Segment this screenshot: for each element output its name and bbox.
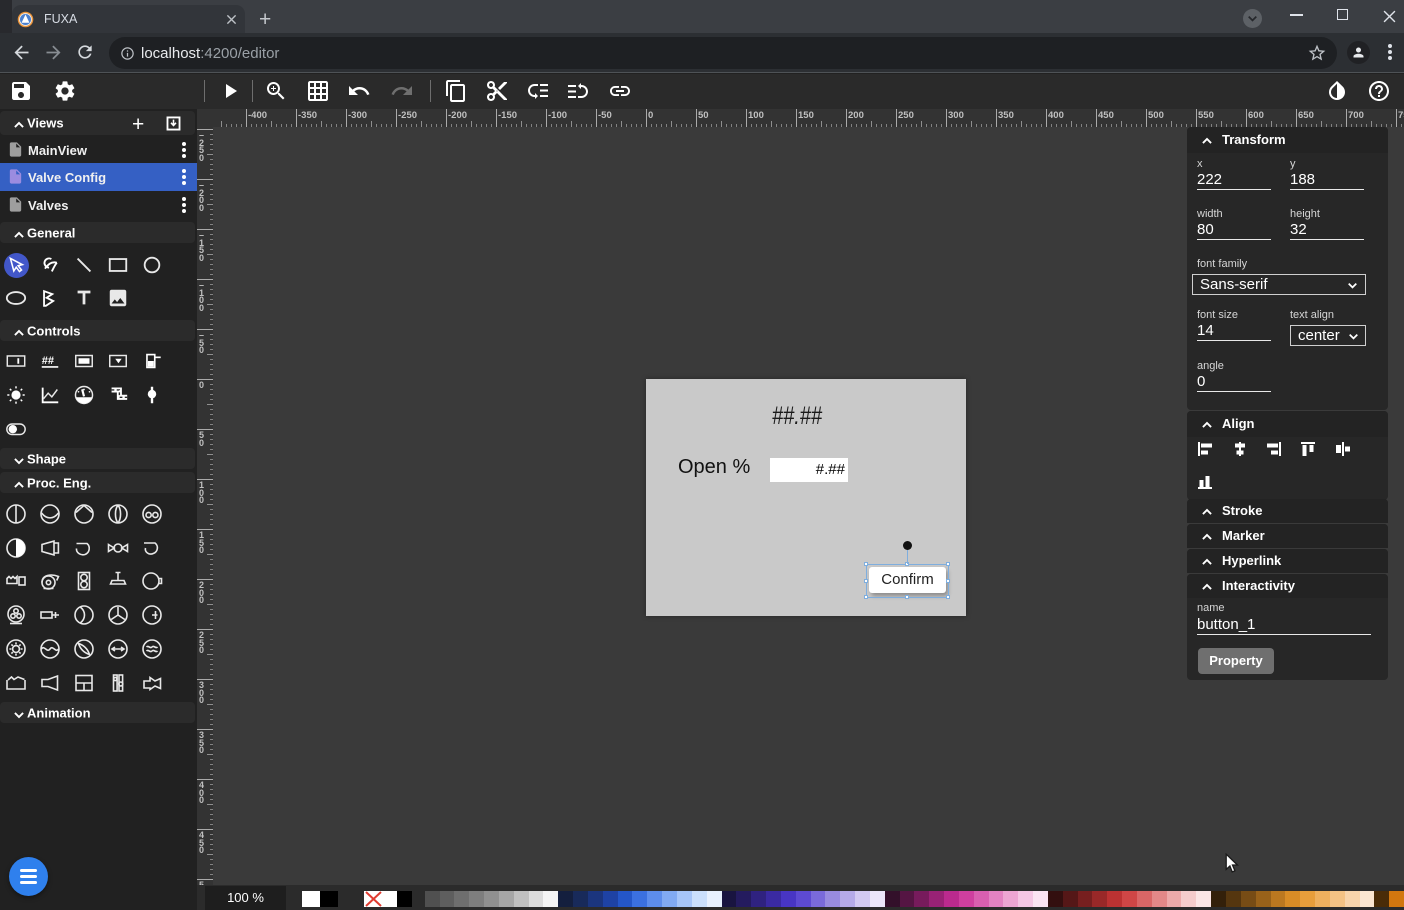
svg-text:##: ## — [42, 355, 54, 367]
